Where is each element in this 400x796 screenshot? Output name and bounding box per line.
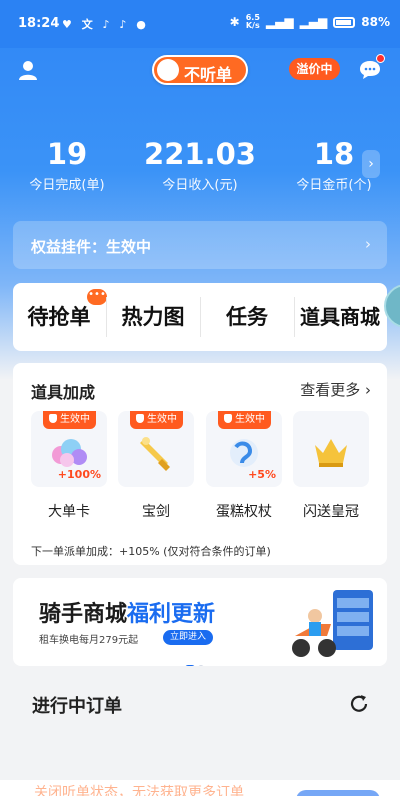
scepter-icon [230, 439, 258, 467]
signal-icon-2: ▂▄▆ [299, 15, 328, 29]
bonus-value: +5% [248, 468, 276, 481]
prop-card [293, 411, 369, 487]
listen-order-toggle[interactable]: 不听单 [152, 55, 248, 85]
banner-pagination [185, 656, 225, 666]
battery-icon [333, 16, 356, 28]
stat-caption: 今日完成(单) [29, 178, 105, 193]
stat-income[interactable]: 221.03 今日收入(元) [140, 138, 260, 193]
banner-enter-button[interactable]: 立即进入 [163, 630, 213, 645]
banner-subtitle: 租车换电每月279元起 [39, 635, 139, 646]
active-tag: 生效中 [130, 411, 183, 429]
signal-icon: ▂▄▆ [265, 15, 294, 29]
message-dot-badge [376, 54, 385, 63]
notification-icons: ♥ 文 ♪ ♪ ● [62, 18, 149, 31]
user-icon[interactable] [17, 59, 39, 81]
see-more-link[interactable]: 查看更多 › [300, 379, 371, 400]
status-bar: 18:24 ♥ 文 ♪ ♪ ● ✱ 6.5 K/s ▂▄▆ ▂▄▆ 88% [0, 0, 400, 48]
prop-card: 生效中 [118, 411, 194, 487]
bottom-tip-strip: 关闭听单状态，无法获取更多订单 [0, 780, 400, 796]
toggle-knob [157, 59, 179, 81]
prop-name: 闪送皇冠 [303, 504, 359, 520]
prop-item-cake-scepter[interactable]: 生效中 +5% 蛋糕权杖 [206, 411, 282, 521]
menu-prop-store[interactable]: 道具商城 [293, 283, 387, 351]
stat-completed[interactable]: 19 今日完成(单) [22, 138, 112, 193]
battery-percent: 88% [361, 15, 390, 29]
stat-value: 19 [46, 137, 88, 171]
prop-item-sword[interactable]: 生效中 宝剑 [118, 411, 194, 521]
shield-icon [136, 414, 144, 423]
menu-heatmap[interactable]: 热力图 [107, 283, 199, 351]
bottom-action-button[interactable] [296, 790, 380, 796]
mall-banner[interactable]: 骑手商城福利更新 租车换电每月279元起 立即进入 [13, 578, 387, 666]
bonus-value: +100% [57, 468, 101, 481]
prop-card: 生效中 +100% [31, 411, 107, 487]
dispatch-bonus-note: 下一单派单加成：+105% (仅对符合条件的订单) [31, 545, 271, 558]
prop-card: 生效中 +5% [206, 411, 282, 487]
rights-label: 权益挂件：生效中 [31, 238, 152, 256]
prop-name: 蛋糕权杖 [216, 504, 272, 520]
prop-name: 宝剑 [142, 504, 170, 520]
status-right: ✱ 6.5 K/s ▂▄▆ ▂▄▆ 88% [230, 14, 390, 30]
ongoing-orders-title: 进行中订单 [32, 696, 122, 717]
crown-icon [315, 439, 347, 467]
menu-tasks[interactable]: 任务 [201, 283, 293, 351]
banner-title: 骑手商城福利更新 [39, 602, 216, 627]
premium-badge[interactable]: 溢价中 [289, 58, 340, 80]
prop-name: 大单卡 [48, 504, 90, 520]
section-title: 道具加成 [31, 383, 96, 402]
stats-more-arrow-icon[interactable]: › [362, 150, 380, 178]
active-tag: 生效中 [43, 411, 96, 429]
rights-pendant-bar[interactable]: 权益挂件：生效中 › [13, 221, 387, 269]
toggle-label: 不听单 [184, 65, 233, 84]
scooter-illustration [292, 590, 373, 657]
more-dots-badge: ••• [87, 289, 107, 305]
active-tag: 生效中 [218, 411, 271, 429]
bluetooth-icon: ✱ [229, 15, 240, 29]
stat-caption: 今日收入(元) [162, 178, 238, 193]
prop-item-crown[interactable]: 闪送皇冠 [293, 411, 369, 521]
net-speed: 6.5 K/s [245, 13, 260, 30]
shield-icon [49, 414, 57, 423]
bottom-tip-text: 关闭听单状态，无法获取更多订单 [34, 785, 244, 796]
status-time: 18:24 [18, 16, 60, 31]
prop-bonus-card: 道具加成 查看更多 › 生效中 +100% 大单卡 生效中 宝剑 生效中 +5%… [13, 363, 387, 565]
chevron-right-icon: › [365, 235, 371, 253]
shield-icon [224, 414, 232, 423]
quick-menu: 待抢单 ••• 热力图 任务 道具商城 [13, 283, 387, 351]
prop-item-big-order-card[interactable]: 生效中 +100% 大单卡 [31, 411, 107, 521]
chevron-right-icon: › [365, 381, 371, 399]
top-bar: 不听单 溢价中 [0, 48, 400, 92]
stat-value: 221.03 [144, 137, 256, 171]
refresh-icon[interactable] [348, 693, 370, 715]
cloud-icon [52, 439, 87, 467]
today-stats: 19 今日完成(单) 221.03 今日收入(元) 18 今日金币(个) [0, 138, 400, 198]
sword-icon [140, 437, 170, 471]
